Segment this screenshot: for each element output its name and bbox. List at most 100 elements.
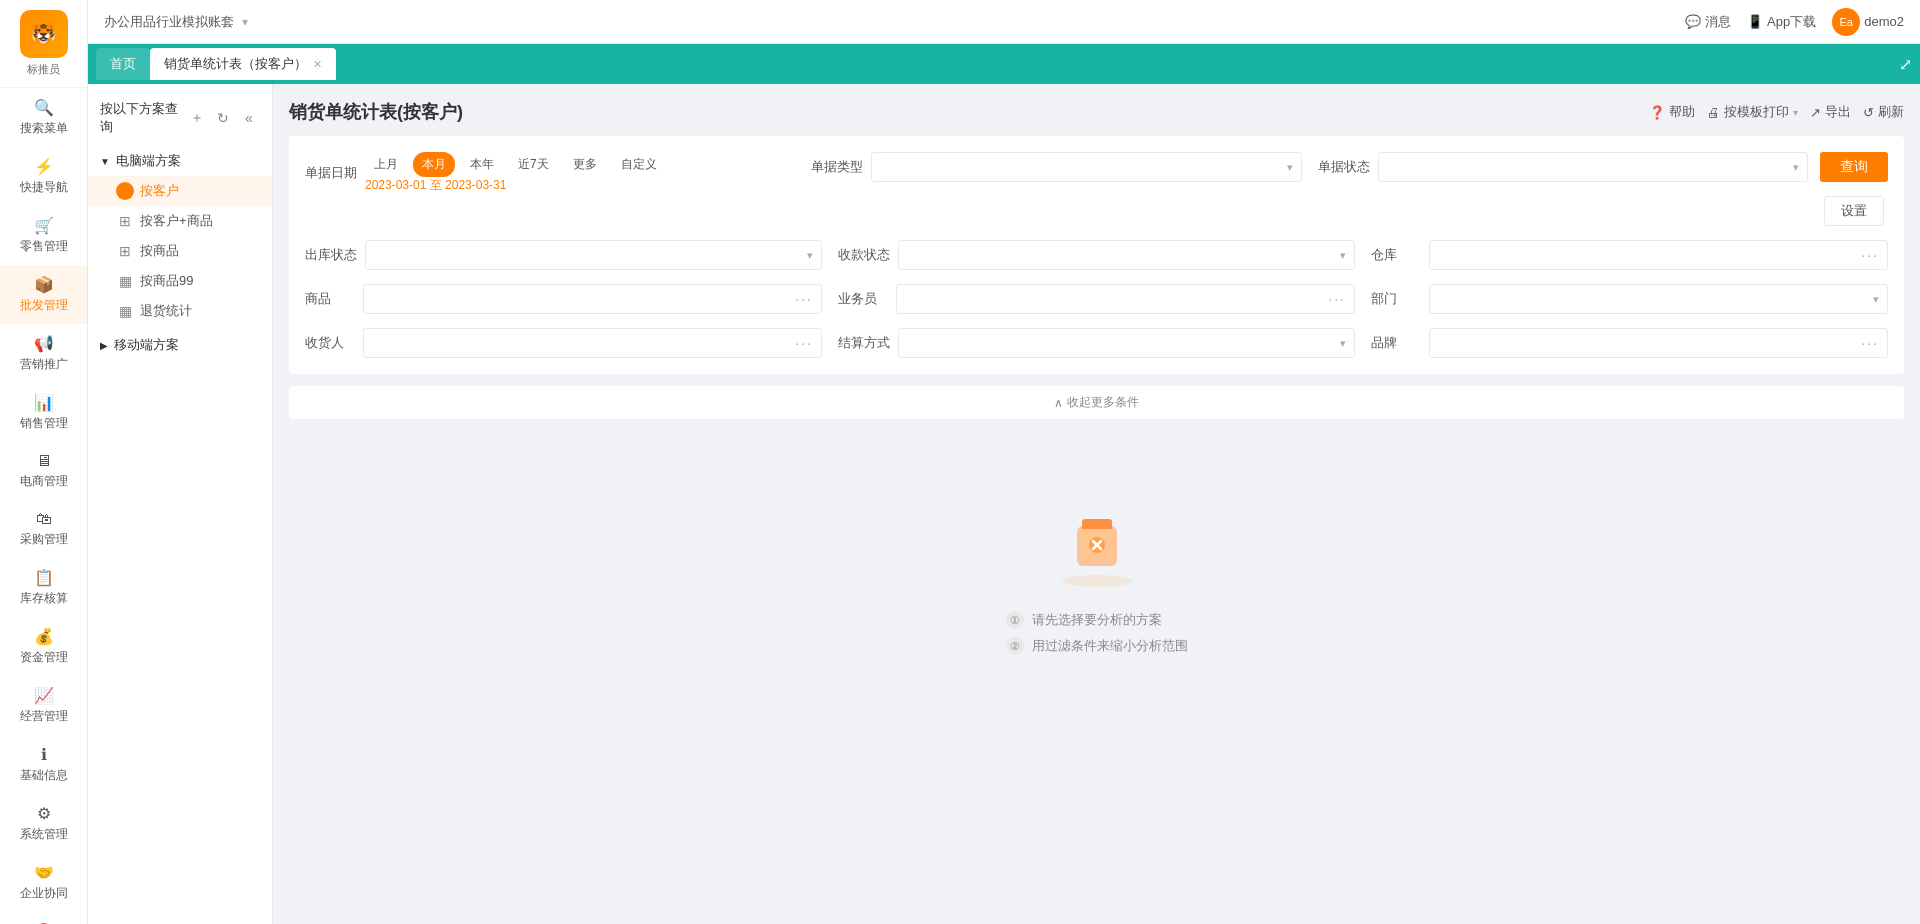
quicknav-icon: ⚡ <box>34 157 54 176</box>
sidebar-item-marketing[interactable]: 📢 营销推广 <box>0 324 87 383</box>
salesperson-input[interactable]: ··· <box>896 284 1355 314</box>
sidebar-item-operations[interactable]: 📈 经营管理 <box>0 676 87 735</box>
date-btn-this-month[interactable]: 本月 <box>413 152 455 177</box>
sidebar-item-inventory[interactable]: 📋 库存核算 <box>0 558 87 617</box>
product-label: 商品 <box>305 290 355 308</box>
download-icon: 📱 <box>1747 14 1763 29</box>
tab-sales-stat[interactable]: 销货单统计表（按客户） ✕ <box>150 48 336 80</box>
sidebar-item-system[interactable]: ⚙ 系统管理 <box>0 794 87 853</box>
sidebar-item-finance[interactable]: 💰 资金管理 <box>0 617 87 676</box>
collapse-icon: ∧ <box>1054 396 1063 410</box>
return-stat-icon: ▦ <box>116 302 134 320</box>
settlement-item: 结算方式 ▾ <box>838 328 1355 358</box>
side-item-by-product99[interactable]: ▦ 按商品99 <box>88 266 272 296</box>
date-label: 单据日期 <box>305 164 357 182</box>
page-title: 销货单统计表(按客户) <box>289 100 463 124</box>
settings-button[interactable]: 设置 <box>1824 196 1884 226</box>
settlement-arrow: ▾ <box>1340 337 1346 350</box>
doc-type-input[interactable]: ▾ <box>871 152 1301 182</box>
empty-state: ① 请先选择要分析的方案 ② 用过滤条件来缩小分析范围 <box>289 431 1904 715</box>
date-btn-last7days[interactable]: 近7天 <box>509 152 558 177</box>
sidebar-item-retail[interactable]: 🛒 零售管理 <box>0 206 87 265</box>
template-print-btn[interactable]: 🖨 按模板打印 ▾ <box>1707 103 1798 121</box>
side-item-by-product[interactable]: ⊞ 按商品 <box>88 236 272 266</box>
sidebar-item-basic[interactable]: ℹ 基础信息 <box>0 735 87 794</box>
by-customer-icon <box>116 182 134 200</box>
sidebar-item-quick-nav[interactable]: ⚡ 快捷导航 <box>0 147 87 206</box>
receiver-input[interactable]: ··· <box>363 328 822 358</box>
doc-status-label: 单据状态 <box>1318 158 1370 176</box>
sidebar-item-ecommerce[interactable]: 🖥 电商管理 <box>0 442 87 500</box>
collection-input[interactable]: ▾ <box>898 240 1355 270</box>
help-btn[interactable]: ❓ 帮助 <box>1649 103 1695 121</box>
inventory-icon: 📋 <box>34 568 54 587</box>
app-download-btn[interactable]: 📱 App下载 <box>1747 13 1816 31</box>
settlement-label: 结算方式 <box>838 334 890 352</box>
sidebar-item-purchase[interactable]: 🛍 采购管理 <box>0 500 87 558</box>
add-plan-btn[interactable]: ＋ <box>186 107 208 129</box>
export-btn[interactable]: ↗ 导出 <box>1810 103 1851 121</box>
main-area: 办公用品行业模拟账套 ▾ 💬 消息 📱 App下载 Ea demo2 首页 <box>88 0 1920 924</box>
department-label: 部门 <box>1371 290 1421 308</box>
out-status-input[interactable]: ▾ <box>365 240 822 270</box>
department-input[interactable]: ▾ <box>1429 284 1888 314</box>
empty-tips: ① 请先选择要分析的方案 ② 用过滤条件来缩小分析范围 <box>1006 611 1188 655</box>
sidebar-item-newuser[interactable]: 🎯 新手引导 <box>0 912 87 924</box>
date-btn-custom[interactable]: 自定义 <box>612 152 666 177</box>
collapse-panel-btn[interactable]: « <box>238 107 260 129</box>
expand-icon: ⤢ <box>1899 56 1912 73</box>
chevron-right-icon: ▶ <box>100 340 108 351</box>
topbar-right: 💬 消息 📱 App下载 Ea demo2 <box>1685 8 1904 36</box>
mobile-group-label: 移动端方案 <box>114 336 179 354</box>
side-group-desktop-header[interactable]: ▼ 电脑端方案 <box>88 146 272 176</box>
side-item-by-customer-product[interactable]: ⊞ 按客户+商品 <box>88 206 272 236</box>
salesperson-item: 业务员 ··· <box>838 284 1355 314</box>
side-panel-title: 按以下方案查询 <box>100 100 186 136</box>
page-actions: ❓ 帮助 🖨 按模板打印 ▾ ↗ 导出 ↺ 刷新 <box>1649 103 1904 121</box>
department-arrow: ▾ <box>1873 293 1879 306</box>
receiver-label: 收货人 <box>305 334 355 352</box>
message-btn[interactable]: 💬 消息 <box>1685 13 1731 31</box>
date-btn-more[interactable]: 更多 <box>564 152 606 177</box>
settlement-input[interactable]: ▾ <box>898 328 1355 358</box>
tab-home[interactable]: 首页 <box>96 48 150 80</box>
product-input[interactable]: ··· <box>363 284 822 314</box>
doc-type-arrow: ▾ <box>1287 161 1293 174</box>
avatar: Ea <box>1832 8 1860 36</box>
salesperson-label: 业务员 <box>838 290 888 308</box>
marketing-icon: 📢 <box>34 334 54 353</box>
collapse-bar[interactable]: ∧ 收起更多条件 <box>289 386 1904 419</box>
sales-stat-tab-label: 销货单统计表（按客户） <box>164 55 307 73</box>
sidebar-item-search[interactable]: 🔍 搜索菜单 <box>0 88 87 147</box>
purchase-icon: 🛍 <box>36 510 52 528</box>
tab-close-icon[interactable]: ✕ <box>313 58 322 71</box>
date-btn-this-year[interactable]: 本年 <box>461 152 503 177</box>
sidebar-item-enterprise[interactable]: 🤝 企业协同 <box>0 853 87 912</box>
refresh-btn[interactable]: ↺ 刷新 <box>1863 103 1904 121</box>
message-icon: 💬 <box>1685 14 1701 29</box>
department-item: 部门 ▾ <box>1371 284 1888 314</box>
doc-status-input[interactable]: ▾ <box>1378 152 1808 182</box>
side-group-mobile-header[interactable]: ▶ 移动端方案 <box>88 330 272 360</box>
sidebar-item-sales[interactable]: 📊 销售管理 <box>0 383 87 442</box>
warehouse-input[interactable]: ··· <box>1429 240 1888 270</box>
page-header: 销货单统计表(按客户) ❓ 帮助 🖨 按模板打印 ▾ ↗ 导出 <box>289 100 1904 124</box>
user-area[interactable]: Ea demo2 <box>1832 8 1904 36</box>
tabbar-expand-btn[interactable]: ⤢ <box>1899 55 1912 74</box>
date-btn-last-month[interactable]: 上月 <box>365 152 407 177</box>
refresh-icon: ↺ <box>1863 105 1874 120</box>
side-group-desktop: ▼ 电脑端方案 按客户 ⊞ 按客户+商品 ⊞ 按商品 ▦ 按商品99 <box>88 146 272 326</box>
refresh-plan-btn[interactable]: ↻ <box>212 107 234 129</box>
app-title: 办公用品行业模拟账套 <box>104 13 234 31</box>
side-item-by-customer[interactable]: 按客户 <box>88 176 272 206</box>
query-button[interactable]: 查询 <box>1820 152 1888 182</box>
side-item-return-stat[interactable]: ▦ 退货统计 <box>88 296 272 326</box>
topbar-left: 办公用品行业模拟账套 ▾ <box>104 13 248 31</box>
help-icon: ❓ <box>1649 105 1665 120</box>
side-panel: 按以下方案查询 ＋ ↻ « ▼ 电脑端方案 按客户 ⊞ <box>88 84 273 924</box>
finance-icon: 💰 <box>34 627 54 646</box>
sidebar-item-wholesale[interactable]: 📦 批发管理 <box>0 265 87 324</box>
brand-input[interactable]: ··· <box>1429 328 1888 358</box>
brand-item: 品牌 ··· <box>1371 328 1888 358</box>
logo-icon: 🐯 <box>20 10 68 58</box>
